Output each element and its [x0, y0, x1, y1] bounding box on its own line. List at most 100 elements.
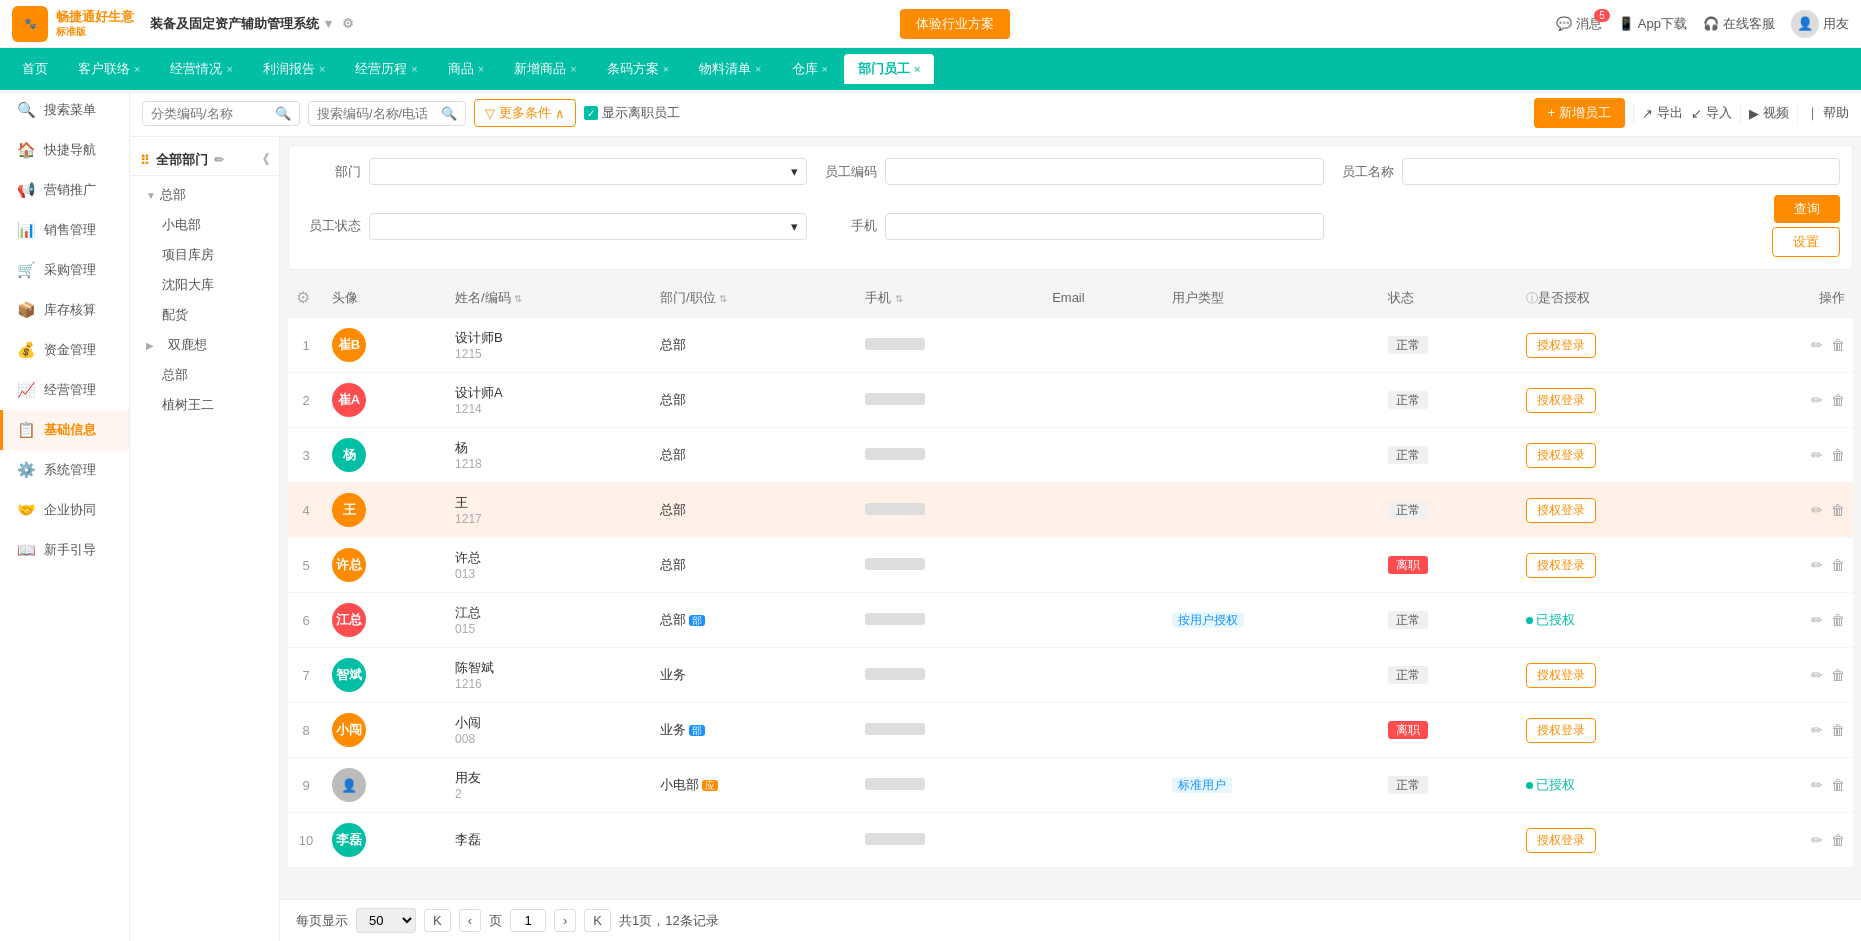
tree-item-shenyang[interactable]: 沈阳大库 — [130, 270, 279, 300]
sort-icon[interactable]: ⇅ — [895, 293, 903, 304]
sidebar-item-guide[interactable]: 📖 新手引导 — [0, 530, 129, 570]
close-icon[interactable]: × — [663, 63, 669, 75]
set-button[interactable]: 设置 — [1772, 227, 1840, 257]
delete-icon[interactable]: 🗑 — [1831, 392, 1845, 408]
close-icon[interactable]: × — [226, 63, 232, 75]
edit-icon[interactable]: ✏ — [1811, 337, 1823, 353]
name-input[interactable] — [1402, 158, 1840, 185]
auth-login-button[interactable]: 授权登录 — [1526, 663, 1596, 688]
code-input[interactable] — [885, 158, 1323, 185]
edit-icon[interactable]: ✏ — [1811, 392, 1823, 408]
edit-icon[interactable]: ✏ — [1811, 447, 1823, 463]
delete-icon[interactable]: 🗑 — [1831, 337, 1845, 353]
user-item[interactable]: 👤 用友 — [1791, 10, 1849, 38]
auth-login-button[interactable]: 授权登录 — [1526, 553, 1596, 578]
tree-item-peihu[interactable]: 配货 — [130, 300, 279, 330]
delete-icon[interactable]: 🗑 — [1831, 612, 1845, 628]
sidebar-item-marketing[interactable]: 📢 营销推广 — [0, 170, 129, 210]
tree-item-root[interactable]: ▼ 总部 — [130, 180, 279, 210]
sidebar-item-purchase[interactable]: 🛒 采购管理 — [0, 250, 129, 290]
auth-login-button[interactable]: 授权登录 — [1526, 498, 1596, 523]
per-page-select[interactable]: 50 20 100 — [356, 908, 416, 933]
main-search-input[interactable] — [317, 106, 437, 121]
tree-item-xiaodibu[interactable]: 小电部 — [130, 210, 279, 240]
tab-bom[interactable]: 物料清单 × — [685, 54, 775, 84]
sidebar-item-search[interactable]: 🔍 搜索菜单 — [0, 90, 129, 130]
help-button[interactable]: ｜ 帮助 — [1806, 104, 1849, 122]
edit-icon[interactable]: ✏ — [1811, 667, 1823, 683]
close-icon[interactable]: × — [134, 63, 140, 75]
delete-icon[interactable]: 🗑 — [1831, 832, 1845, 848]
settings-icon[interactable]: ⚙ — [342, 16, 354, 31]
sidebar-item-sales[interactable]: 📊 销售管理 — [0, 210, 129, 250]
more-filter-btn[interactable]: ▽ 更多条件 ∧ — [474, 99, 576, 127]
auth-login-button[interactable]: 授权登录 — [1526, 388, 1596, 413]
edit-icon[interactable]: ✏ — [1811, 557, 1823, 573]
add-employee-button[interactable]: + 新增员工 — [1534, 98, 1625, 128]
tab-customer[interactable]: 客户联络 × — [64, 54, 154, 84]
sidebar-item-collab[interactable]: 🤝 企业协同 — [0, 490, 129, 530]
page-input[interactable] — [510, 909, 546, 932]
dept-select[interactable]: ▾ — [369, 158, 807, 185]
search-icon[interactable]: 🔍 — [441, 106, 457, 121]
edit-icon[interactable]: ✏ — [1811, 722, 1823, 738]
sort-icon[interactable]: ⇅ — [514, 293, 522, 304]
edit-icon[interactable]: ✏ — [214, 153, 224, 167]
edit-icon[interactable]: ✏ — [1811, 832, 1823, 848]
tab-process[interactable]: 经营历程 × — [341, 54, 431, 84]
close-icon[interactable]: × — [914, 63, 920, 75]
sort-icon[interactable]: ⇅ — [719, 293, 727, 304]
tab-profit[interactable]: 利润报告 × — [249, 54, 339, 84]
category-search-wrap[interactable]: 🔍 — [142, 101, 300, 126]
sidebar-item-inventory[interactable]: 📦 库存核算 — [0, 290, 129, 330]
tree-item-zhishu[interactable]: 植树王二 — [130, 390, 279, 420]
phone-input[interactable] — [885, 213, 1323, 240]
tab-home[interactable]: 首页 — [8, 54, 62, 84]
edit-icon[interactable]: ✏ — [1811, 612, 1823, 628]
prev-page-button[interactable]: ‹ — [459, 909, 481, 932]
main-search-wrap[interactable]: 🔍 — [308, 101, 466, 126]
delete-icon[interactable]: 🗑 — [1831, 447, 1845, 463]
tab-new-goods[interactable]: 新增商品 × — [500, 54, 590, 84]
sidebar-item-finance[interactable]: 💰 资金管理 — [0, 330, 129, 370]
sidebar-item-system[interactable]: ⚙️ 系统管理 — [0, 450, 129, 490]
close-icon[interactable]: × — [570, 63, 576, 75]
settings-icon[interactable]: ⚙ — [296, 289, 310, 306]
tab-barcode[interactable]: 条码方案 × — [593, 54, 683, 84]
delete-icon[interactable]: 🗑 — [1831, 557, 1845, 573]
first-page-button[interactable]: K — [424, 909, 451, 932]
close-icon[interactable]: × — [755, 63, 761, 75]
auth-login-button[interactable]: 授权登录 — [1526, 718, 1596, 743]
trial-button[interactable]: 体验行业方案 — [900, 9, 1010, 39]
delete-icon[interactable]: 🗑 — [1831, 722, 1845, 738]
next-page-button[interactable]: › — [554, 909, 576, 932]
auth-login-button[interactable]: 授权登录 — [1526, 333, 1596, 358]
tree-item-project[interactable]: 项目库房 — [130, 240, 279, 270]
show-resigned-checkbox[interactable]: ✓ — [584, 106, 598, 120]
export-button[interactable]: ↗ 导出 — [1642, 104, 1683, 122]
edit-icon[interactable]: ✏ — [1811, 502, 1823, 518]
tree-item-shuangluxiang[interactable]: ▶ 双鹿想 — [130, 330, 279, 360]
video-button[interactable]: ▶ 视频 — [1749, 104, 1789, 122]
close-icon[interactable]: × — [478, 63, 484, 75]
tab-warehouse[interactable]: 仓库 × — [778, 54, 842, 84]
import-button[interactable]: ↙ 导入 — [1691, 104, 1732, 122]
tree-item-zongbu[interactable]: 总部 — [130, 360, 279, 390]
sys-dropdown-icon[interactable]: ▾ — [325, 16, 332, 31]
service-item[interactable]: 🎧 在线客服 — [1703, 15, 1775, 33]
edit-icon[interactable]: ✏ — [1811, 777, 1823, 793]
delete-icon[interactable]: 🗑 — [1831, 667, 1845, 683]
search-icon[interactable]: 🔍 — [275, 106, 291, 121]
auth-login-button[interactable]: 授权登录 — [1526, 443, 1596, 468]
collapse-icon[interactable]: 《 — [256, 151, 269, 169]
query-button[interactable]: 查询 — [1774, 195, 1840, 223]
delete-icon[interactable]: 🗑 — [1831, 502, 1845, 518]
delete-icon[interactable]: 🗑 — [1831, 777, 1845, 793]
sidebar-item-basic[interactable]: 📋 基础信息 — [0, 410, 129, 450]
status-select[interactable]: ▾ — [369, 213, 807, 240]
tab-goods[interactable]: 商品 × — [434, 54, 498, 84]
category-search-input[interactable] — [151, 106, 271, 121]
tab-employees[interactable]: 部门员工 × — [844, 54, 934, 84]
tab-operation[interactable]: 经营情况 × — [156, 54, 246, 84]
auth-login-button[interactable]: 授权登录 — [1526, 828, 1596, 853]
